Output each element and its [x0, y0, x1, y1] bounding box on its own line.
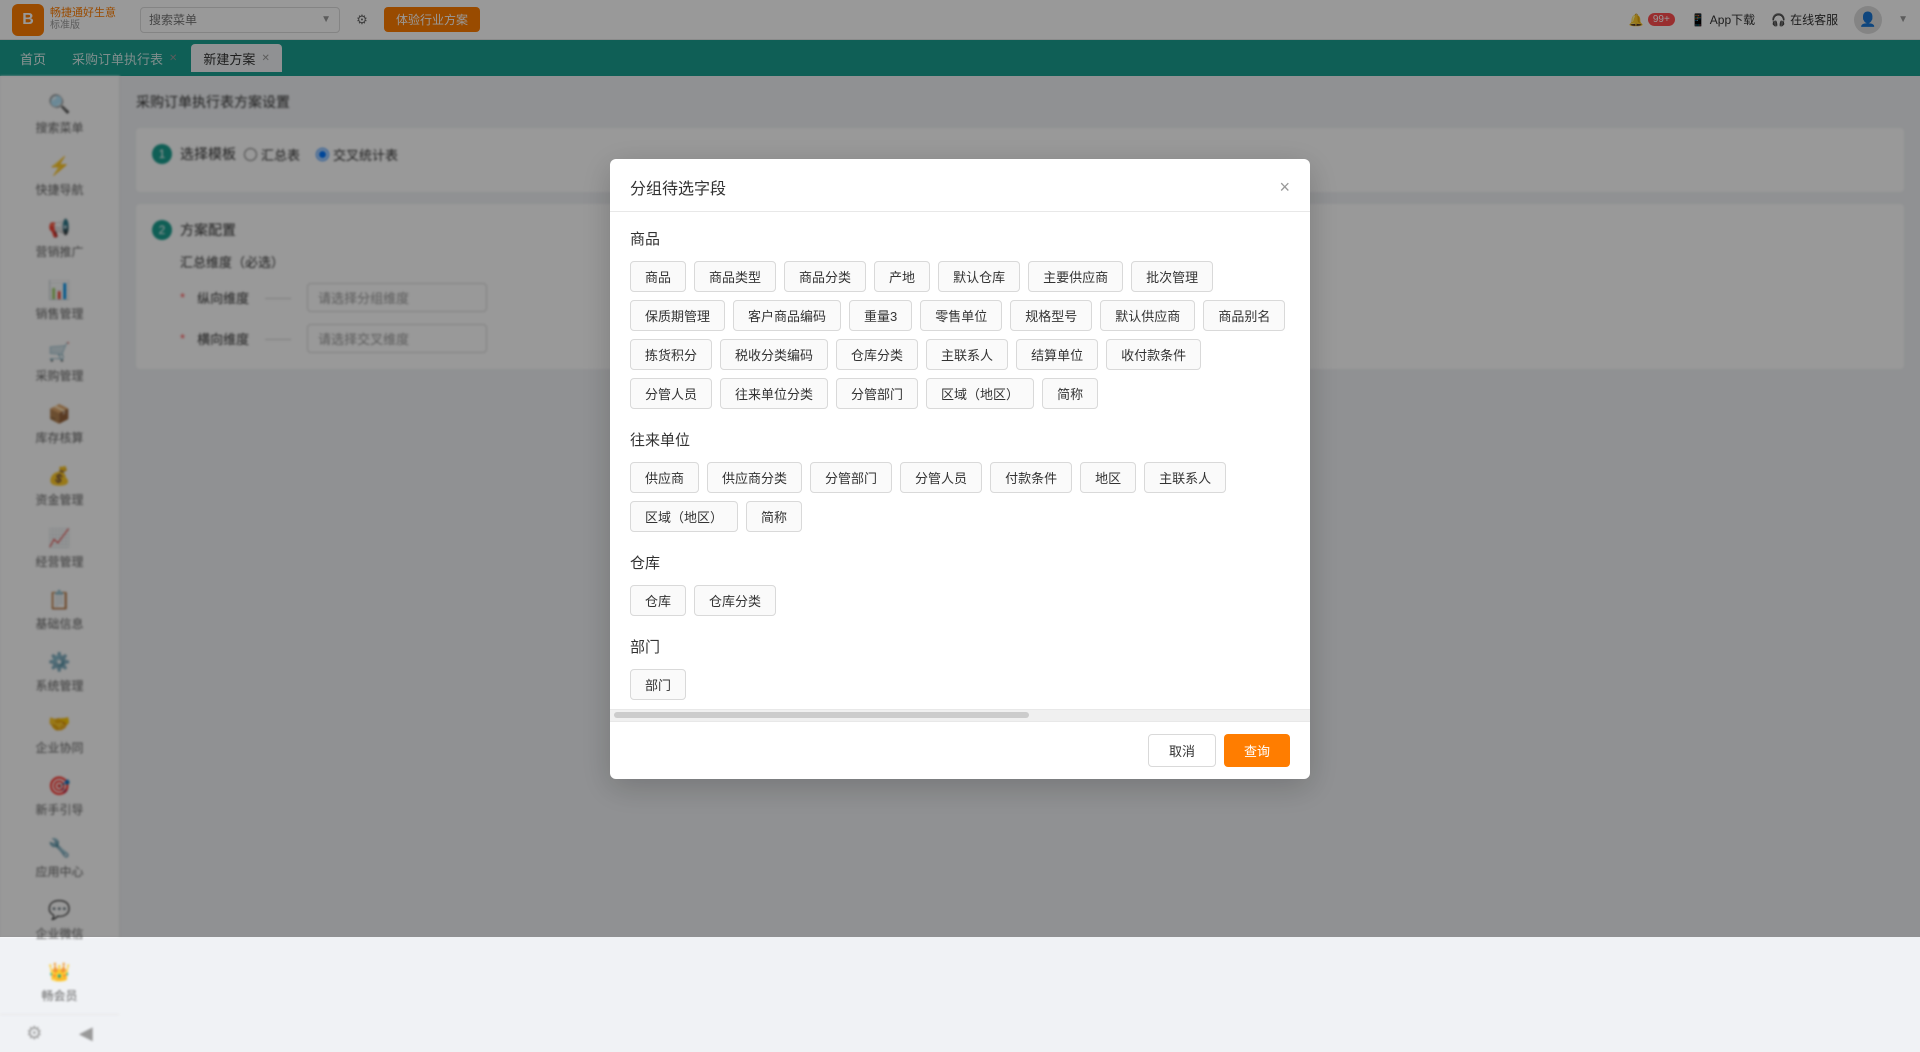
field-tag-partner-6[interactable]: 主联系人 — [1144, 462, 1226, 493]
field-tag-goods-24[interactable]: 简称 — [1042, 378, 1098, 409]
field-tag-goods-16[interactable]: 仓库分类 — [836, 339, 918, 370]
field-tag-goods-12[interactable]: 默认供应商 — [1100, 300, 1195, 331]
field-tag-goods-14[interactable]: 拣货积分 — [630, 339, 712, 370]
field-tag-warehouse-0[interactable]: 仓库 — [630, 585, 686, 616]
field-tag-goods-22[interactable]: 分管部门 — [836, 378, 918, 409]
field-tag-goods-6[interactable]: 批次管理 — [1131, 261, 1213, 292]
field-tag-goods-8[interactable]: 客户商品编码 — [733, 300, 841, 331]
field-tag-goods-20[interactable]: 分管人员 — [630, 378, 712, 409]
field-tag-goods-23[interactable]: 区域（地区） — [926, 378, 1034, 409]
member-icon: 👑 — [48, 962, 70, 983]
field-tag-goods-13[interactable]: 商品别名 — [1203, 300, 1285, 331]
goods-field-tags: 商品 商品类型 商品分类 产地 默认仓库 主要供应商 批次管理 保质期管理 客户… — [630, 261, 1290, 409]
field-tag-partner-0[interactable]: 供应商 — [630, 462, 699, 493]
sidebar-bottom: ⚙ ◀ — [0, 1014, 119, 1052]
field-group-warehouse: 仓库 仓库 仓库分类 — [630, 552, 1290, 616]
field-tag-goods-11[interactable]: 规格型号 — [1010, 300, 1092, 331]
field-tag-goods-19[interactable]: 收付款条件 — [1106, 339, 1201, 370]
field-tag-warehouse-1[interactable]: 仓库分类 — [694, 585, 776, 616]
field-tag-partner-8[interactable]: 简称 — [746, 501, 802, 532]
field-tag-goods-15[interactable]: 税收分类编码 — [720, 339, 828, 370]
partner-field-tags: 供应商 供应商分类 分管部门 分管人员 付款条件 地区 主联系人 区域（地区） … — [630, 462, 1290, 532]
sidebar-collapse-btn[interactable]: ◀ — [79, 1023, 93, 1044]
modal-horizontal-scrollbar[interactable] — [610, 709, 1310, 721]
sidebar-item-member[interactable]: 👑 畅会员 — [0, 952, 119, 1014]
modal-overlay: 分组待选字段 × 商品 商品 商品类型 商品分类 产地 默认仓库 主要供应商 批… — [0, 0, 1920, 937]
modal-close-button[interactable]: × — [1279, 178, 1290, 196]
field-tag-goods-1[interactable]: 商品类型 — [694, 261, 776, 292]
field-tag-goods-18[interactable]: 结算单位 — [1016, 339, 1098, 370]
field-tag-goods-4[interactable]: 默认仓库 — [938, 261, 1020, 292]
modal-body[interactable]: 商品 商品 商品类型 商品分类 产地 默认仓库 主要供应商 批次管理 保质期管理… — [610, 212, 1310, 709]
field-tag-goods-3[interactable]: 产地 — [874, 261, 930, 292]
cancel-button[interactable]: 取消 — [1148, 734, 1216, 767]
modal-footer: 取消 查询 — [610, 721, 1310, 779]
field-tag-partner-4[interactable]: 付款条件 — [990, 462, 1072, 493]
department-section-title: 部门 — [630, 636, 1290, 657]
field-tag-goods-7[interactable]: 保质期管理 — [630, 300, 725, 331]
field-tag-goods-2[interactable]: 商品分类 — [784, 261, 866, 292]
sidebar-settings-btn[interactable]: ⚙ — [26, 1023, 42, 1044]
field-tag-goods-17[interactable]: 主联系人 — [926, 339, 1008, 370]
warehouse-field-tags: 仓库 仓库分类 — [630, 585, 1290, 616]
field-tag-partner-1[interactable]: 供应商分类 — [707, 462, 802, 493]
warehouse-section-title: 仓库 — [630, 552, 1290, 573]
department-field-tags: 部门 — [630, 669, 1290, 700]
field-tag-partner-2[interactable]: 分管部门 — [810, 462, 892, 493]
field-tag-goods-0[interactable]: 商品 — [630, 261, 686, 292]
goods-section-title: 商品 — [630, 228, 1290, 249]
field-tag-goods-9[interactable]: 重量3 — [849, 300, 912, 331]
modal-header: 分组待选字段 × — [610, 159, 1310, 212]
field-tag-goods-10[interactable]: 零售单位 — [920, 300, 1002, 331]
field-tag-partner-5[interactable]: 地区 — [1080, 462, 1136, 493]
field-group-goods: 商品 商品 商品类型 商品分类 产地 默认仓库 主要供应商 批次管理 保质期管理… — [630, 228, 1290, 409]
field-tag-goods-5[interactable]: 主要供应商 — [1028, 261, 1123, 292]
field-tag-goods-21[interactable]: 往来单位分类 — [720, 378, 828, 409]
field-group-department: 部门 部门 — [630, 636, 1290, 700]
sidebar-member-label: 畅会员 — [41, 987, 77, 1004]
confirm-button[interactable]: 查询 — [1224, 734, 1290, 767]
field-tag-partner-3[interactable]: 分管人员 — [900, 462, 982, 493]
field-tag-partner-7[interactable]: 区域（地区） — [630, 501, 738, 532]
modal-title: 分组待选字段 — [630, 175, 726, 199]
partner-section-title: 往来单位 — [630, 429, 1290, 450]
field-selection-modal: 分组待选字段 × 商品 商品 商品类型 商品分类 产地 默认仓库 主要供应商 批… — [610, 159, 1310, 779]
modal-hscroll-thumb — [614, 712, 1029, 718]
field-tag-department-0[interactable]: 部门 — [630, 669, 686, 700]
field-group-partner: 往来单位 供应商 供应商分类 分管部门 分管人员 付款条件 地区 主联系人 区域… — [630, 429, 1290, 532]
